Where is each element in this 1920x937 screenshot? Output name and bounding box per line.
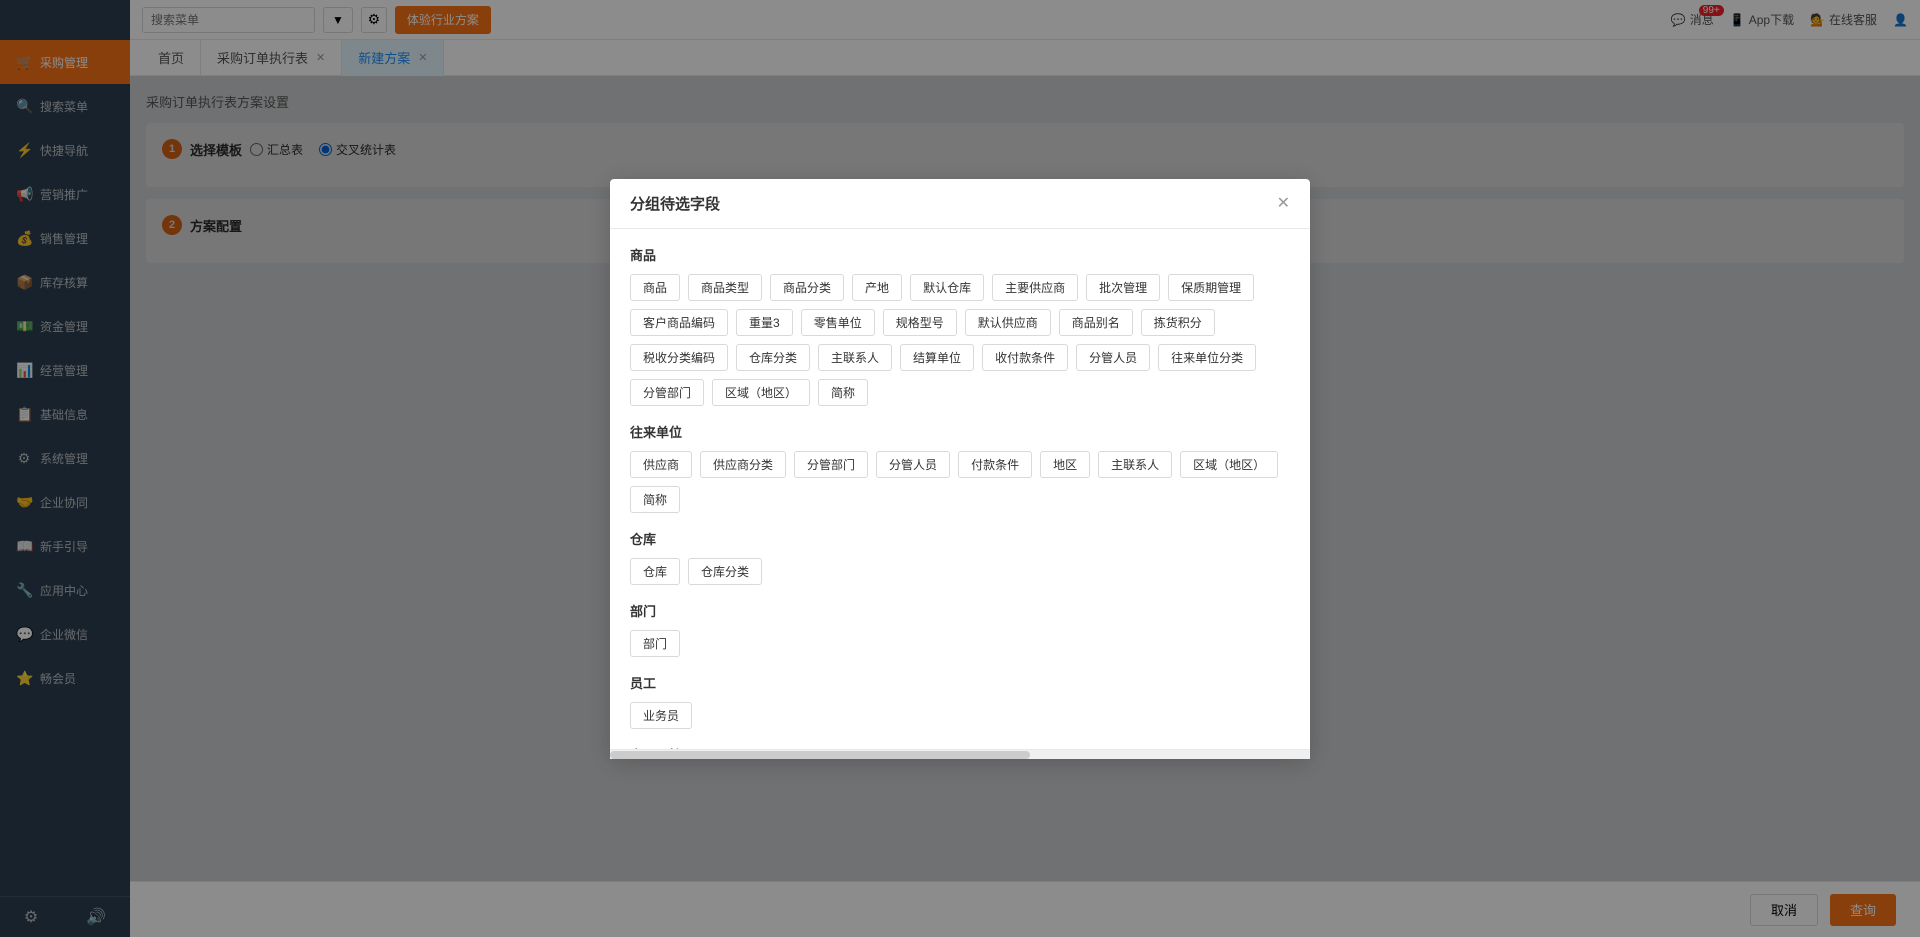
field-tag[interactable]: 付款条件 (958, 451, 1032, 478)
section-warehouse-title: 仓库 (630, 529, 1290, 548)
field-select-modal: 分组待选字段 ✕ 商品 商品商品类型商品分类产地默认仓库主要供应商批次管理保质期… (610, 179, 1310, 759)
field-tag[interactable]: 仓库分类 (688, 558, 762, 585)
field-tag[interactable]: 分管人员 (876, 451, 950, 478)
field-tag[interactable]: 主要供应商 (992, 274, 1078, 301)
field-tag[interactable]: 仓库 (630, 558, 680, 585)
field-tag[interactable]: 区域（地区） (712, 379, 810, 406)
modal-header: 分组待选字段 ✕ (610, 179, 1310, 229)
field-tag[interactable]: 商品类型 (688, 274, 762, 301)
field-tag[interactable]: 默认仓库 (910, 274, 984, 301)
field-tag[interactable]: 主联系人 (818, 344, 892, 371)
field-tag[interactable]: 商品分类 (770, 274, 844, 301)
field-tag[interactable]: 仓库分类 (736, 344, 810, 371)
field-tag[interactable]: 商品 (630, 274, 680, 301)
section-department-fields: 部门 (630, 630, 1290, 657)
field-tag[interactable]: 主联系人 (1098, 451, 1172, 478)
section-goods-fields: 商品商品类型商品分类产地默认仓库主要供应商批次管理保质期管理客户商品编码重量3 零… (630, 274, 1290, 406)
section-goods-title: 商品 (630, 245, 1290, 264)
field-tag[interactable]: 地区 (1040, 451, 1090, 478)
field-tag[interactable]: 保质期管理 (1168, 274, 1254, 301)
field-tag[interactable]: 收付款条件 (982, 344, 1068, 371)
field-tag[interactable]: 商品别名 (1059, 309, 1133, 336)
field-tag[interactable]: 批次管理 (1086, 274, 1160, 301)
field-tag[interactable]: 客户商品编码 (630, 309, 728, 336)
field-tag[interactable]: 供应商 (630, 451, 692, 478)
field-tag[interactable]: 产地 (852, 274, 902, 301)
field-tag[interactable]: 默认供应商 (965, 309, 1051, 336)
field-tag[interactable]: 简称 (630, 486, 680, 513)
field-tag[interactable]: 结算单位 (900, 344, 974, 371)
section-employee-fields: 业务员 (630, 702, 1290, 729)
modal-horizontal-scrollbar[interactable] (610, 749, 1310, 759)
field-tag[interactable]: 重量3 (736, 309, 793, 336)
modal-title: 分组待选字段 (630, 193, 720, 214)
field-tag[interactable]: 往来单位分类 (1158, 344, 1256, 371)
field-tag[interactable]: 分管部门 (794, 451, 868, 478)
modal-body: 商品 商品商品类型商品分类产地默认仓库主要供应商批次管理保质期管理客户商品编码重… (610, 229, 1310, 749)
section-warehouse-fields: 仓库仓库分类 (630, 558, 1290, 585)
field-tag[interactable]: 区域（地区） (1180, 451, 1278, 478)
field-tag[interactable]: 税收分类编码 (630, 344, 728, 371)
modal-overlay: 分组待选字段 ✕ 商品 商品商品类型商品分类产地默认仓库主要供应商批次管理保质期… (0, 0, 1920, 937)
section-employee-title: 员工 (630, 673, 1290, 692)
modal-close-icon[interactable]: ✕ (1277, 193, 1290, 213)
field-tag[interactable]: 业务员 (630, 702, 692, 729)
field-tag[interactable]: 部门 (630, 630, 680, 657)
section-partner-fields: 供应商供应商分类分管部门分管人员付款条件地区主联系人区域（地区） 简称 (630, 451, 1290, 513)
modal-hscroll-thumb (610, 751, 1030, 759)
field-tag[interactable]: 分管部门 (630, 379, 704, 406)
section-department-title: 部门 (630, 601, 1290, 620)
field-tag[interactable]: 规格型号 (883, 309, 957, 336)
field-tag[interactable]: 分管人员 (1076, 344, 1150, 371)
section-partner-title: 往来单位 (630, 422, 1290, 441)
field-tag[interactable]: 简称 (818, 379, 868, 406)
field-tag[interactable]: 零售单位 (801, 309, 875, 336)
field-tag[interactable]: 拣货积分 (1141, 309, 1215, 336)
field-tag[interactable]: 供应商分类 (700, 451, 786, 478)
